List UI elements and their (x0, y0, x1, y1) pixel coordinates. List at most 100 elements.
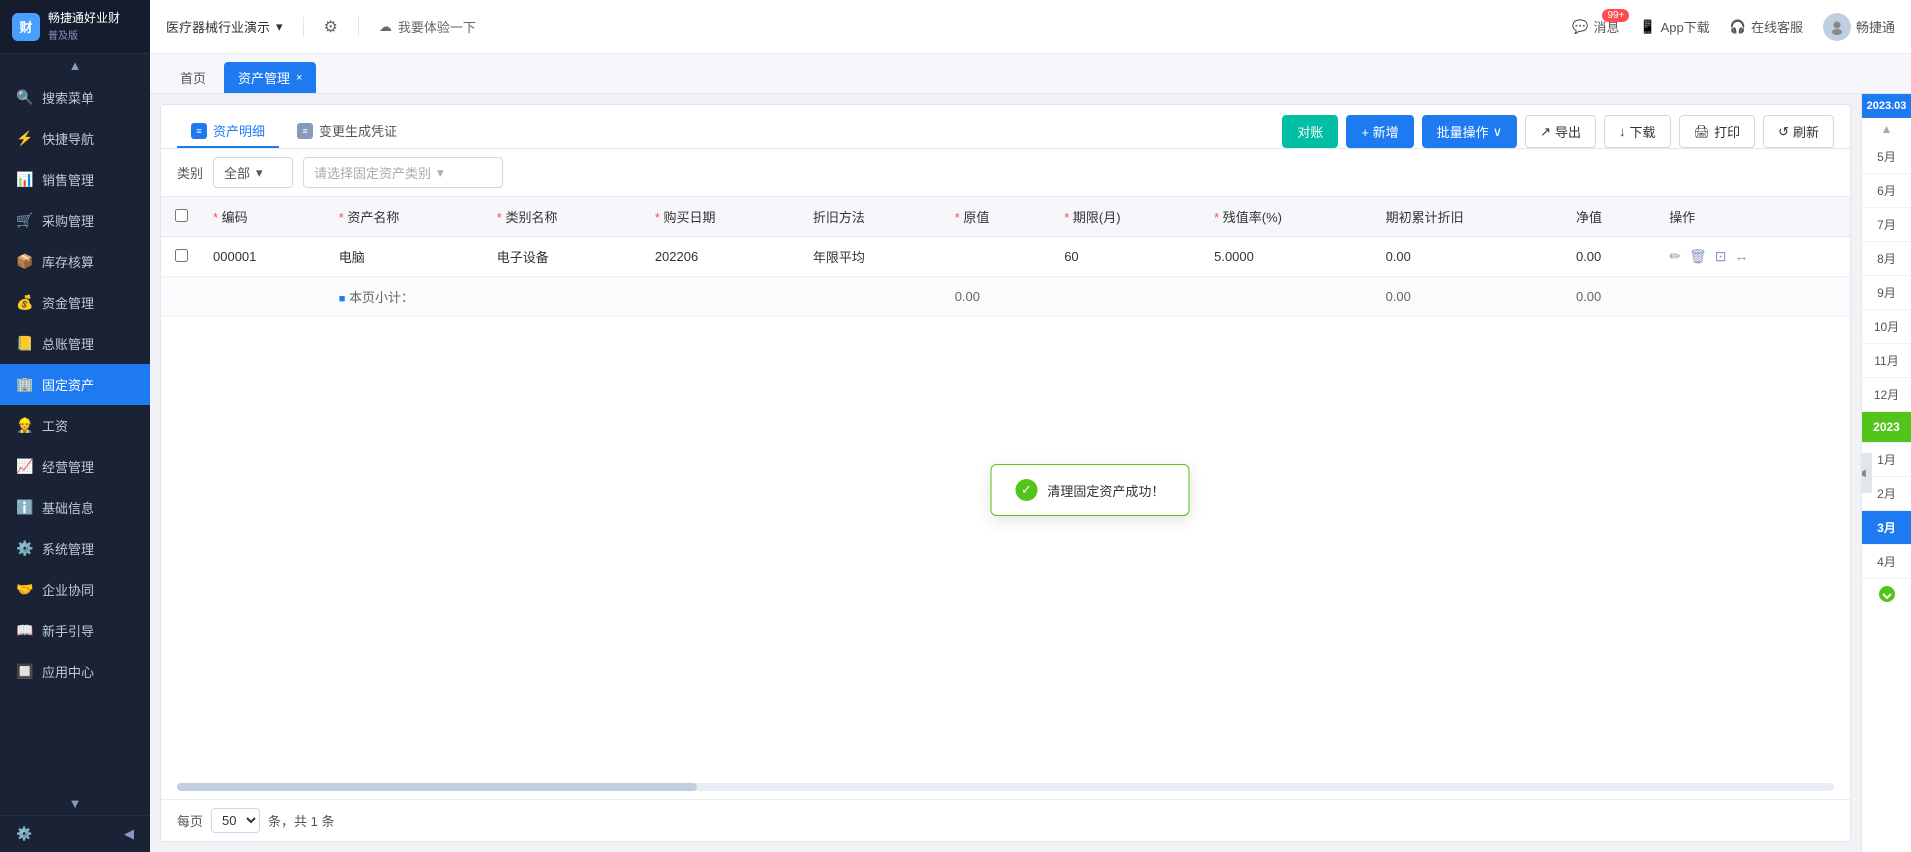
sidebar-item-label-search: 搜索菜单 (42, 88, 94, 107)
user-profile[interactable]: 畅捷通 (1823, 13, 1895, 41)
calendar-expand-button[interactable]: ◀ (1861, 453, 1872, 493)
refresh-icon: ↺ (1778, 124, 1789, 140)
sidebar-item-payroll[interactable]: 👷 工资 (0, 405, 150, 446)
reconcile-button[interactable]: 对账 (1282, 115, 1338, 148)
sidebar-item-system[interactable]: ⚙️ 系统管理 (0, 528, 150, 569)
print-button[interactable]: 🖨 打印 (1679, 115, 1756, 148)
header-initial-depreciation: 期初累计折旧 (1374, 197, 1564, 237)
calendar-month-9[interactable]: 9月 (1862, 276, 1911, 310)
sidebar-item-app-center[interactable]: 🔲 应用中心 (0, 651, 150, 692)
sidebar-item-label-payroll: 工资 (42, 416, 68, 435)
new-button[interactable]: + 新增 (1346, 115, 1413, 148)
calendar-scroll-up[interactable]: ▲ (1862, 118, 1911, 140)
sidebar-item-inventory[interactable]: 📦 库存核算 (0, 241, 150, 282)
sub-tab-change-voucher[interactable]: ≡ 变更生成凭证 (283, 115, 411, 148)
sidebar-scroll-up[interactable]: ▲ (0, 54, 150, 77)
edit-action-icon[interactable]: ✏ (1669, 248, 1681, 265)
copy-action-icon[interactable]: ⊡ (1715, 248, 1727, 265)
sidebar-item-operations[interactable]: 📈 经营管理 (0, 446, 150, 487)
online-service-button[interactable]: 🎧 在线客服 (1730, 17, 1803, 36)
sidebar-item-quick-nav[interactable]: ⚡ 快捷导航 (0, 118, 150, 159)
subtotal-label: ■ 本页小计： (327, 277, 643, 317)
export-icon: ↗ (1540, 124, 1551, 140)
experience-button[interactable]: ☁ 我要体验一下 (379, 17, 476, 36)
tab-close-icon[interactable]: × (296, 72, 302, 84)
sidebar-item-finance[interactable]: 💰 资金管理 (0, 282, 150, 323)
operations-icon: 📈 (16, 458, 34, 476)
sales-icon: 📊 (16, 171, 34, 189)
sub-tab-asset-detail[interactable]: ≡ 资产明细 (177, 115, 279, 148)
calendar-month-10[interactable]: 10月 (1862, 310, 1911, 344)
app-edition: 普及版 (48, 27, 120, 42)
download-label: 下载 (1630, 122, 1656, 141)
select-all-checkbox[interactable] (175, 209, 188, 222)
app-download-button[interactable]: 📱 App下载 (1639, 17, 1709, 36)
system-icon: ⚙️ (16, 540, 34, 558)
horizontal-scrollbar[interactable] (177, 783, 1834, 791)
tab-asset-management[interactable]: 资产管理 × (224, 62, 316, 93)
sidebar-item-guide[interactable]: 📖 新手引导 (0, 610, 150, 651)
refresh-label: 刷新 (1793, 122, 1819, 141)
pagination-bar: 每页 50 条，共 1 条 (161, 799, 1850, 841)
company-selector[interactable]: 医疗器械行业演示 ▾ (166, 17, 283, 36)
batch-ops-label: 批量操作 (1437, 122, 1489, 141)
online-service-label: 在线客服 (1751, 17, 1803, 36)
main-content: ≡ 资产明细 ≡ 变更生成凭证 对账 + 新增 批量操作 ∨ ↗ (160, 104, 1851, 842)
sidebar-item-fixed-assets[interactable]: 🏢 固定资产 (0, 364, 150, 405)
delete-action-icon[interactable]: 🗑 (1689, 248, 1707, 265)
more-action-icon[interactable]: ↔ (1735, 248, 1749, 265)
scrollbar-thumb[interactable] (177, 783, 697, 791)
calendar-year-2023[interactable]: 2023 (1862, 412, 1911, 443)
calendar-month-5[interactable]: 5月 (1862, 140, 1911, 174)
sidebar-item-sales[interactable]: 📊 销售管理 (0, 159, 150, 200)
refresh-button[interactable]: ↺ 刷新 (1763, 115, 1834, 148)
subtotal-empty5 (1657, 277, 1850, 317)
messages-button[interactable]: 💬 消息 99+ (1572, 17, 1619, 36)
subtotal-empty4 (1202, 277, 1373, 317)
batch-ops-button[interactable]: 批量操作 ∨ (1422, 115, 1518, 148)
sidebar-item-search[interactable]: 🔍 搜索菜单 (0, 77, 150, 118)
app-logo: 财 (12, 13, 40, 41)
category-select[interactable]: 请选择固定资产类别 ▾ (303, 157, 503, 188)
sidebar-scroll-down[interactable]: ▼ (0, 792, 150, 815)
sidebar-collapse-icon[interactable]: ◀ (124, 826, 134, 842)
row-checkbox[interactable] (175, 249, 188, 262)
success-message: 清理固定资产成功！ (1047, 481, 1164, 500)
calendar-month-8[interactable]: 8月 (1862, 242, 1911, 276)
topbar-settings-icon[interactable]: ⚙ (324, 17, 338, 37)
cooperation-icon: 🤝 (16, 581, 34, 599)
tab-home[interactable]: 首页 (166, 62, 220, 93)
calendar-month-3-current[interactable]: 3月 (1862, 511, 1911, 545)
calendar-month-7[interactable]: 7月 (1862, 208, 1911, 242)
header-actions: 操作 (1657, 197, 1850, 237)
subtotal-initial: 0.00 (1374, 277, 1564, 317)
download-button[interactable]: ↓ 下载 (1604, 115, 1671, 148)
messages-badge: 99+ (1602, 9, 1629, 22)
sidebar-item-label-quick-nav: 快捷导航 (42, 129, 94, 148)
per-page-select[interactable]: 50 (211, 808, 260, 833)
app-center-icon: 🔲 (16, 663, 34, 681)
row-residual-rate: 5.0000 (1202, 237, 1373, 277)
subtotal-empty1 (643, 277, 801, 317)
calendar-month-4[interactable]: 4月 (1862, 545, 1911, 579)
calendar-header: 2023.03 (1862, 94, 1911, 118)
search-icon: 🔍 (16, 89, 34, 107)
sidebar-item-label-guide: 新手引导 (42, 621, 94, 640)
header-depreciation-method: 折旧方法 (801, 197, 943, 237)
calendar-month-12[interactable]: 12月 (1862, 378, 1911, 412)
export-button[interactable]: ↗ 导出 (1525, 115, 1596, 148)
row-period: 60 (1052, 237, 1202, 277)
subtotal-empty3 (1052, 277, 1202, 317)
header-checkbox-cell (161, 197, 201, 237)
sidebar-settings-icon[interactable]: ⚙️ (16, 826, 32, 842)
topbar: 医疗器械行业演示 ▾ ⚙ ☁ 我要体验一下 💬 消息 99+ 📱 App下载 🎧… (150, 0, 1911, 54)
category-type-select[interactable]: 全部 ▾ (213, 157, 293, 188)
user-name: 畅捷通 (1856, 17, 1895, 36)
sidebar-item-ledger[interactable]: 📒 总账管理 (0, 323, 150, 364)
calendar-month-11[interactable]: 11月 (1862, 344, 1911, 378)
calendar-month-6[interactable]: 6月 (1862, 174, 1911, 208)
subtotal-net: 0.00 (1564, 277, 1657, 317)
sidebar-item-basic-info[interactable]: ℹ️ 基础信息 (0, 487, 150, 528)
sidebar-item-purchase[interactable]: 🛒 采购管理 (0, 200, 150, 241)
sidebar-item-cooperation[interactable]: 🤝 企业协同 (0, 569, 150, 610)
